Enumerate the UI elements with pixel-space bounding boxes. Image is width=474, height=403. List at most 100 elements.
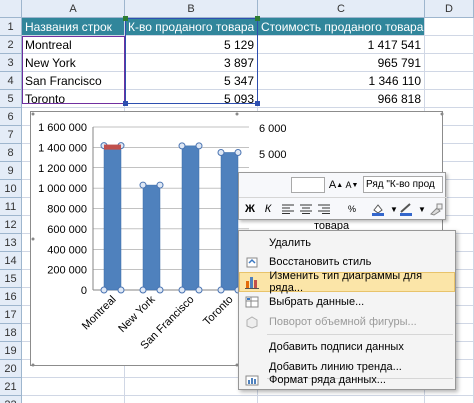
selection-handle — [139, 181, 147, 189]
chart-border-dot — [440, 112, 444, 116]
column-header-d[interactable]: D — [425, 0, 474, 18]
empty-cell[interactable] — [425, 90, 474, 108]
selection-handle — [217, 286, 225, 294]
table-header-quantity[interactable]: К-во проданого товара — [125, 18, 258, 36]
select-data-icon — [239, 295, 265, 309]
column-header-c[interactable]: C — [258, 0, 425, 18]
y-tick-label: 1 000 000 — [38, 183, 87, 195]
selection-handle — [195, 142, 203, 150]
menu-label: Добавить подписи данных — [269, 341, 404, 353]
row-header[interactable]: 14 — [0, 252, 22, 270]
align-left-icon[interactable] — [279, 200, 297, 218]
menu-label: Восстановить стиль — [269, 256, 372, 268]
table-cell[interactable]: 1 417 541 — [258, 36, 425, 54]
align-right-icon[interactable] — [315, 200, 333, 218]
menu-item-3d-rotation[interactable]: Поворот объемной фигуры... — [239, 312, 455, 332]
row-header[interactable]: 10 — [0, 180, 22, 198]
empty-cell[interactable] — [425, 54, 474, 72]
x-tick-label: Montreal — [80, 294, 119, 333]
table-cell[interactable]: 5 093 — [125, 90, 258, 108]
selection-handle — [234, 148, 242, 156]
table-cell[interactable]: 965 791 — [258, 54, 425, 72]
table-cell[interactable]: New York — [22, 54, 125, 72]
y-tick-label: 1 400 000 — [38, 142, 87, 154]
row-header[interactable]: 13 — [0, 234, 22, 252]
column-header-b[interactable]: B — [125, 0, 258, 18]
mini-toolbar: A ▲ A ▼ Ряд "К-во прод Ж К % ▼ ▼ — [238, 172, 447, 220]
row-header[interactable]: 12 — [0, 216, 22, 234]
context-menu: Удалить Восстановить стиль Изменить тип … — [238, 230, 456, 390]
range-handle[interactable] — [123, 16, 128, 21]
select-all-corner[interactable] — [0, 0, 22, 18]
table-cell[interactable]: San Francisco — [22, 72, 125, 90]
percent-style-icon[interactable]: % — [343, 200, 361, 218]
row-header[interactable]: 5 — [0, 90, 22, 108]
row-header[interactable]: 8 — [0, 144, 22, 162]
range-handle[interactable] — [255, 101, 260, 106]
excel-window: A B C D 1 2 3 4 5 6 7 8 9 10 11 12 13 14 15 16 17 18 19 20 2… — [0, 0, 474, 403]
table-cell[interactable]: Toronto — [22, 90, 125, 108]
table-cell[interactable]: 3 897 — [125, 54, 258, 72]
secondary-y-tick-label: 6 000 — [259, 123, 287, 135]
row-header[interactable]: 20 — [0, 360, 22, 378]
column-header-a[interactable]: A — [22, 0, 125, 18]
toolbar-divider — [239, 197, 447, 198]
row-header[interactable]: 6 — [0, 108, 22, 126]
row-header[interactable]: 11 — [0, 198, 22, 216]
row-header[interactable]: 21 — [0, 378, 22, 396]
chart-type-icon — [240, 275, 265, 289]
bar — [103, 145, 122, 291]
row-header[interactable]: 16 — [0, 288, 22, 306]
row-header[interactable]: 19 — [0, 342, 22, 360]
empty-cell[interactable] — [425, 36, 474, 54]
font-size-box[interactable] — [291, 177, 325, 193]
menu-item-select-data[interactable]: Выбрать данные... — [239, 292, 455, 312]
empty-cell[interactable] — [425, 396, 474, 403]
selection-handle — [195, 286, 203, 294]
italic-button[interactable]: К — [259, 200, 277, 218]
menu-item-reset-style[interactable]: Восстановить стиль — [239, 252, 455, 272]
menu-item-format-series[interactable]: Формат ряда данных... — [239, 370, 455, 390]
table-cell[interactable]: 5 347 — [125, 72, 258, 90]
menu-item-delete[interactable]: Удалить — [239, 233, 455, 253]
menu-item-change-chart-type[interactable]: Изменить тип диаграммы для ряда... — [239, 270, 455, 294]
table-cell[interactable]: 5 129 — [125, 36, 258, 54]
chart-border-dot — [31, 112, 35, 116]
table-header-value[interactable]: Стоимость проданого товара — [258, 18, 425, 36]
table-cell[interactable]: 1 346 110 — [258, 72, 425, 90]
bar — [142, 184, 161, 291]
menu-label: Формат ряда данных... — [269, 374, 386, 386]
row-header[interactable]: 1 — [0, 18, 22, 36]
range-handle[interactable] — [123, 101, 128, 106]
row-header[interactable]: 9 — [0, 162, 22, 180]
selection-handle — [178, 286, 186, 294]
row-header[interactable]: 4 — [0, 72, 22, 90]
empty-cell[interactable] — [425, 72, 474, 90]
row-header[interactable]: 22 — [0, 396, 22, 403]
selection-handle — [139, 286, 147, 294]
empty-cell[interactable] — [22, 378, 125, 396]
empty-cell[interactable] — [22, 396, 125, 403]
bar — [181, 145, 200, 291]
row-header[interactable]: 17 — [0, 306, 22, 324]
selection-handle — [117, 286, 125, 294]
range-handle[interactable] — [255, 16, 260, 21]
bold-button[interactable]: Ж — [241, 200, 259, 218]
shrink-font-icon[interactable]: A ▼ — [343, 176, 361, 194]
table-header-city[interactable]: Названия строк — [22, 18, 125, 36]
table-cell[interactable]: 966 818 — [258, 90, 425, 108]
series-select-dropdown[interactable]: Ряд "К-во прод — [363, 176, 443, 193]
align-center-icon[interactable] — [297, 200, 315, 218]
row-header[interactable]: 3 — [0, 54, 22, 72]
row-header[interactable]: 18 — [0, 324, 22, 342]
row-header[interactable]: 15 — [0, 270, 22, 288]
row-header[interactable]: 7 — [0, 126, 22, 144]
menu-item-add-data-labels[interactable]: Добавить подписи данных — [239, 337, 455, 357]
row-header[interactable]: 2 — [0, 36, 22, 54]
empty-cell[interactable] — [425, 18, 474, 36]
empty-cell[interactable] — [125, 396, 258, 403]
empty-cell[interactable] — [258, 396, 425, 403]
format-painter-icon[interactable] — [427, 200, 445, 218]
table-cell[interactable]: Montreal — [22, 36, 125, 54]
menu-separator — [267, 334, 453, 335]
